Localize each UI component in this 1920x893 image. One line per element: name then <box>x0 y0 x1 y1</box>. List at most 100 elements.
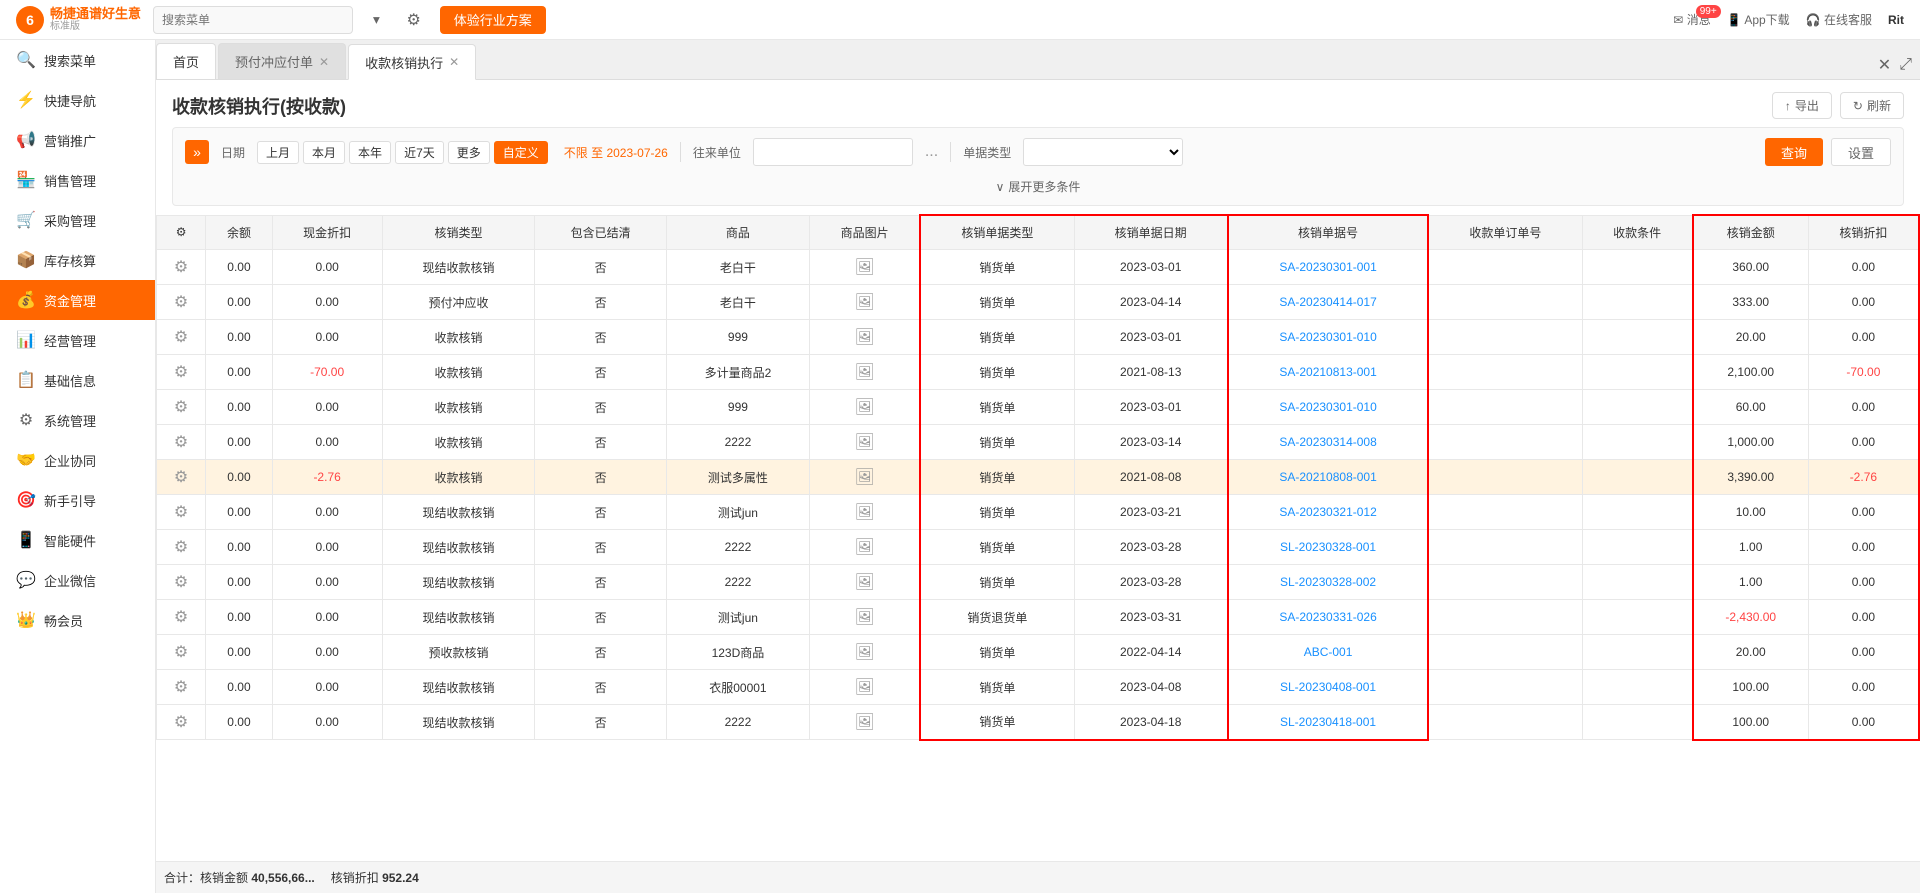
expand-filter-button[interactable]: ∨ 展开更多条件 <box>996 178 1081 195</box>
cell-9[interactable]: SA-20230331-026 <box>1228 600 1428 635</box>
row-settings-icon[interactable]: ⚙ <box>174 294 188 311</box>
maximize-button[interactable]: ⤢ <box>1899 56 1912 74</box>
online-service[interactable]: 🎧 在线客服 <box>1806 11 1872 28</box>
cell-0[interactable]: ⚙ <box>157 670 206 705</box>
row-settings-icon[interactable]: ⚙ <box>174 434 188 451</box>
table-wrapper[interactable]: ⚙余额现金折扣核销类型包含已结清商品商品图片核销单据类型核销单据日期核销单据号收… <box>156 214 1920 861</box>
sidebar-item-operations[interactable]: 📊经营管理 <box>0 320 155 360</box>
cell-9[interactable]: SA-20230301-010 <box>1228 320 1428 355</box>
bill-no-link[interactable]: SL-20230328-002 <box>1280 575 1376 589</box>
cell-9[interactable]: SA-20230301-010 <box>1228 390 1428 425</box>
cell-0[interactable]: ⚙ <box>157 565 206 600</box>
party-input[interactable] <box>753 138 913 166</box>
row-settings-icon[interactable]: ⚙ <box>174 364 188 381</box>
cell-9[interactable]: SL-20230328-001 <box>1228 530 1428 565</box>
message-area[interactable]: ✉ 消息 99+ <box>1673 11 1710 28</box>
settings-gear-button[interactable]: ⚙ <box>400 6 428 34</box>
cell-0[interactable]: ⚙ <box>157 320 206 355</box>
bill-no-link[interactable]: SA-20230331-026 <box>1279 610 1376 624</box>
cell-9[interactable]: SL-20230408-001 <box>1228 670 1428 705</box>
sidebar-item-purchase[interactable]: 🛒采购管理 <box>0 200 155 240</box>
cell-0[interactable]: ⚙ <box>157 355 206 390</box>
row-settings-icon[interactable]: ⚙ <box>174 644 188 661</box>
bill-no-link[interactable]: SA-20230414-017 <box>1279 295 1376 309</box>
cell-9[interactable]: SA-20230414-017 <box>1228 285 1428 320</box>
sidebar-item-collab[interactable]: 🤝企业协同 <box>0 440 155 480</box>
trial-btn[interactable]: 体验行业方案 <box>440 6 546 34</box>
filter-settings-button[interactable]: 设置 <box>1831 138 1891 166</box>
row-settings-icon[interactable]: ⚙ <box>174 679 188 696</box>
bill-type-select[interactable] <box>1023 138 1183 166</box>
bill-no-link[interactable]: SL-20230408-001 <box>1280 680 1376 694</box>
bill-no-link[interactable]: SA-20230301-010 <box>1279 400 1376 414</box>
bill-no-link[interactable]: SA-20230301-010 <box>1279 330 1376 344</box>
cell-0[interactable]: ⚙ <box>157 600 206 635</box>
row-settings-icon[interactable]: ⚙ <box>174 504 188 521</box>
sidebar-item-finance[interactable]: 💰资金管理 <box>0 280 155 320</box>
tab-close-2[interactable]: ✕ <box>449 55 459 69</box>
sidebar-item-quick-nav[interactable]: ⚡快捷导航 <box>0 80 155 120</box>
cell-0[interactable]: ⚙ <box>157 250 206 285</box>
sidebar-item-inventory[interactable]: 📦库存核算 <box>0 240 155 280</box>
close-tab-button[interactable]: ✕ <box>1878 55 1891 75</box>
cell-0[interactable]: ⚙ <box>157 460 206 495</box>
sidebar-item-marketing[interactable]: 📢营销推广 <box>0 120 155 160</box>
dropdown-button[interactable]: ▾ <box>365 6 388 34</box>
bill-no-link[interactable]: SL-20230328-001 <box>1280 540 1376 554</box>
custom-date-btn[interactable]: 自定义 <box>494 141 548 164</box>
tab-close-1[interactable]: ✕ <box>319 55 329 69</box>
sidebar-item-wechat[interactable]: 💬企业微信 <box>0 560 155 600</box>
tab-1[interactable]: 预付冲应付单✕ <box>218 43 346 79</box>
cell-0[interactable]: ⚙ <box>157 425 206 460</box>
tab-0[interactable]: 首页 <box>156 43 216 79</box>
row-settings-icon[interactable]: ⚙ <box>174 574 188 591</box>
bill-no-link[interactable]: SL-20230418-001 <box>1280 715 1376 729</box>
row-settings-icon[interactable]: ⚙ <box>174 469 188 486</box>
sidebar-item-guide[interactable]: 🎯新手引导 <box>0 480 155 520</box>
cell-9[interactable]: SL-20230328-002 <box>1228 565 1428 600</box>
cell-9[interactable]: SA-20210813-001 <box>1228 355 1428 390</box>
last-7days-btn[interactable]: 近7天 <box>395 141 444 164</box>
bill-no-link[interactable]: ABC-001 <box>1304 645 1353 659</box>
cell-0[interactable]: ⚙ <box>157 285 206 320</box>
export-button[interactable]: ↑ 导出 <box>1772 92 1832 119</box>
cell-9[interactable]: SA-20210808-001 <box>1228 460 1428 495</box>
sidebar-item-member[interactable]: 👑畅会员 <box>0 600 155 640</box>
row-settings-icon[interactable]: ⚙ <box>174 609 188 626</box>
filter-toggle-button[interactable]: » <box>185 140 209 164</box>
sidebar-item-basic-info[interactable]: 📋基础信息 <box>0 360 155 400</box>
row-settings-icon[interactable]: ⚙ <box>174 259 188 276</box>
this-month-btn[interactable]: 本月 <box>303 141 345 164</box>
last-month-btn[interactable]: 上月 <box>257 141 299 164</box>
bill-no-link[interactable]: SA-20230314-008 <box>1279 435 1376 449</box>
row-settings-icon[interactable]: ⚙ <box>174 329 188 346</box>
row-settings-icon[interactable]: ⚙ <box>174 539 188 556</box>
cell-0[interactable]: ⚙ <box>157 495 206 530</box>
sidebar-item-system[interactable]: ⚙系统管理 <box>0 400 155 440</box>
filter-dots[interactable]: ... <box>925 143 938 161</box>
cell-0[interactable]: ⚙ <box>157 705 206 740</box>
sidebar-item-sales[interactable]: 🏪销售管理 <box>0 160 155 200</box>
more-date-btn[interactable]: 更多 <box>448 141 490 164</box>
this-year-btn[interactable]: 本年 <box>349 141 391 164</box>
sidebar-item-smart-hw[interactable]: 📱智能硬件 <box>0 520 155 560</box>
row-settings-icon[interactable]: ⚙ <box>174 714 188 731</box>
cell-0[interactable]: ⚙ <box>157 635 206 670</box>
bill-no-link[interactable]: SA-20230301-001 <box>1279 260 1376 274</box>
user-area[interactable]: Rit <box>1888 13 1904 27</box>
app-download[interactable]: 📱 App下载 <box>1727 11 1790 28</box>
bill-no-link[interactable]: SA-20210808-001 <box>1279 470 1376 484</box>
bill-no-link[interactable]: SA-20230321-012 <box>1279 505 1376 519</box>
sidebar-item-search[interactable]: 🔍搜索菜单 <box>0 40 155 80</box>
cell-9[interactable]: SA-20230301-001 <box>1228 250 1428 285</box>
cell-0[interactable]: ⚙ <box>157 530 206 565</box>
tab-2[interactable]: 收款核销执行✕ <box>348 44 476 80</box>
cell-9[interactable]: SL-20230418-001 <box>1228 705 1428 740</box>
cell-0[interactable]: ⚙ <box>157 390 206 425</box>
cell-9[interactable]: SA-20230321-012 <box>1228 495 1428 530</box>
query-button[interactable]: 查询 <box>1765 138 1823 166</box>
refresh-button[interactable]: ↻ 刷新 <box>1840 92 1904 119</box>
top-search-input[interactable] <box>153 6 353 34</box>
cell-9[interactable]: ABC-001 <box>1228 635 1428 670</box>
cell-9[interactable]: SA-20230314-008 <box>1228 425 1428 460</box>
